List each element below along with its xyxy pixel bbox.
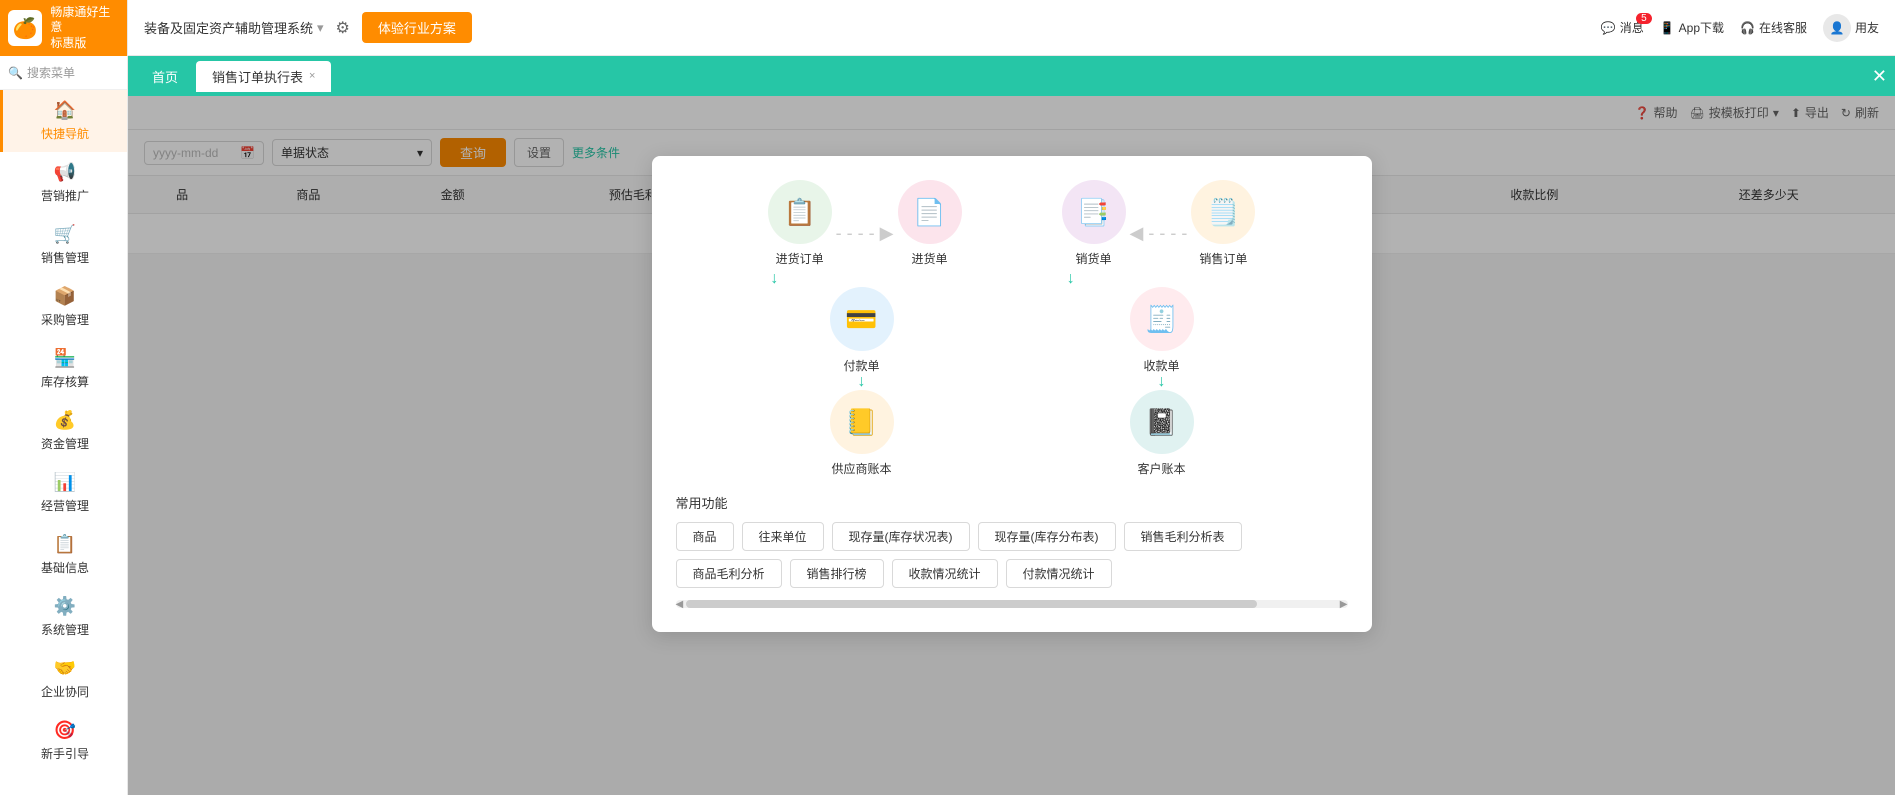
- func-btn-receipt-stats[interactable]: 收款情况统计: [892, 559, 998, 588]
- sidebar-logo: 🍊 畅康通好生意 标惠版: [0, 0, 127, 56]
- sidebar-item-system[interactable]: ⚙️ 系统管理: [0, 586, 127, 648]
- purchase-icon: 📦: [54, 286, 76, 307]
- sidebar-item-newbie[interactable]: 🎯 新手引导: [0, 710, 127, 772]
- flow-item-sales-bill[interactable]: 📑 销货单: [1062, 180, 1126, 267]
- topbar-actions: 💬 5 消息 📱 App下载 🎧 在线客服 👤 用友: [1601, 14, 1879, 42]
- basic-icon: 📋: [54, 534, 76, 555]
- app-icon: 📱: [1660, 21, 1675, 35]
- sidebar-item-marketing[interactable]: 📢 营销推广: [0, 152, 127, 214]
- enterprise-icon: 🤝: [54, 658, 76, 679]
- marketing-icon: 📢: [54, 162, 76, 183]
- modal-scrollbar[interactable]: ◀ ▶: [676, 600, 1348, 608]
- content-area: ❓ 帮助 🖨 按模板打印 ▾ ⬆ 导出 ↻ 刷新: [128, 96, 1895, 795]
- newbie-icon: 🎯: [54, 720, 76, 741]
- flow-item-purchase-bill[interactable]: 📄 进货单: [898, 180, 962, 267]
- operations-icon: 📊: [54, 472, 76, 493]
- finance-icon: 💰: [54, 410, 76, 431]
- system-title: 装备及固定资产辅助管理系统 ▾: [144, 18, 324, 37]
- tabbar: 首页 销售订单执行表 × ✕: [128, 56, 1895, 96]
- receipt-icon: 🧾: [1130, 287, 1194, 351]
- arrow-1: - - - - ▶: [836, 223, 894, 244]
- message-action[interactable]: 💬 5 消息: [1601, 19, 1644, 36]
- system-icon: ⚙️: [54, 596, 76, 617]
- customer-ledger-icon: 📓: [1130, 390, 1194, 454]
- tab-close-icon[interactable]: ×: [309, 70, 315, 82]
- sales-bill-icon: 📑: [1062, 180, 1126, 244]
- avatar: 👤: [1823, 14, 1851, 42]
- sidebar-item-operations[interactable]: 📊 经营管理: [0, 462, 127, 524]
- down-arrow-2: ↓: [1067, 271, 1075, 287]
- sales-icon: 🛒: [54, 224, 76, 245]
- scroll-right-icon[interactable]: ▶: [1340, 599, 1348, 610]
- topbar: 装备及固定资产辅助管理系统 ▾ ⚙ 体验行业方案 💬 5 消息 📱 App下载 …: [128, 0, 1895, 56]
- supplier-ledger-icon: 📒: [830, 390, 894, 454]
- purchase-order-icon: 📋: [768, 180, 832, 244]
- sidebar-nav: 🏠 快捷导航 📢 营销推广 🛒 销售管理 📦 采购管理 🏪 库存核算 💰: [0, 90, 127, 795]
- payment-icon: 💳: [830, 287, 894, 351]
- inventory-icon: 🏪: [54, 348, 76, 369]
- function-buttons: 商品 往来单位 现存量(库存状况表) 现存量(库存分布表) 销售毛利分析表 商品…: [676, 522, 1348, 588]
- sidebar-item-enterprise[interactable]: 🤝 企业协同: [0, 648, 127, 710]
- tab-home[interactable]: 首页: [136, 61, 194, 92]
- scroll-left-icon[interactable]: ◀: [676, 599, 684, 610]
- service-icon: 🎧: [1740, 21, 1755, 35]
- dropdown-icon[interactable]: ▾: [317, 20, 324, 36]
- search-icon: 🔍: [8, 66, 23, 80]
- flow-item-receipt[interactable]: 🧾 收款单: [1130, 287, 1194, 374]
- flow-item-customer-ledger[interactable]: 📓 客户账本: [1130, 390, 1194, 477]
- tab-sales-order[interactable]: 销售订单执行表 ×: [196, 61, 331, 92]
- func-btn-product-margin[interactable]: 商品毛利分析: [676, 559, 782, 588]
- flow-item-purchase-order[interactable]: 📋 进货订单: [768, 180, 832, 267]
- down-arrow-4: ↓: [1158, 374, 1166, 390]
- sidebar-search[interactable]: 🔍 搜索菜单: [0, 56, 127, 90]
- modal-overlay[interactable]: 📋 进货订单 - - - - ▶ 📄 进货: [128, 96, 1895, 795]
- settings-icon[interactable]: ⚙: [336, 18, 350, 38]
- common-functions-title: 常用功能: [676, 493, 1348, 512]
- sidebar-item-sales[interactable]: 🛒 销售管理: [0, 214, 127, 276]
- sidebar-item-inventory[interactable]: 🏪 库存核算: [0, 338, 127, 400]
- func-btn-payment-stats[interactable]: 付款情况统计: [1006, 559, 1112, 588]
- message-icon: 💬: [1601, 21, 1616, 35]
- down-arrow-3: ↓: [858, 374, 866, 390]
- experience-btn[interactable]: 体验行业方案: [362, 12, 472, 43]
- func-btn-sales-ranking[interactable]: 销售排行榜: [790, 559, 884, 588]
- online-service-action[interactable]: 🎧 在线客服: [1740, 19, 1807, 36]
- func-btn-product[interactable]: 商品: [676, 522, 734, 551]
- flow-item-sales-order[interactable]: 🗒️ 销售订单: [1191, 180, 1255, 267]
- main-content: 装备及固定资产辅助管理系统 ▾ ⚙ 体验行业方案 💬 5 消息 📱 App下载 …: [128, 0, 1895, 795]
- flow-diagram: 📋 进货订单 - - - - ▶ 📄 进货: [676, 180, 1348, 477]
- common-functions: 常用功能 商品 往来单位 现存量(库存状况表) 现存量(库存分布表) 销售毛利分…: [676, 493, 1348, 588]
- func-btn-inventory-status[interactable]: 现存量(库存状况表): [832, 522, 970, 551]
- quick-nav-modal: 📋 进货订单 - - - - ▶ 📄 进货: [652, 156, 1372, 632]
- flow-top-row: 📋 进货订单 - - - - ▶ 📄 进货: [676, 180, 1348, 267]
- sidebar-item-purchase[interactable]: 📦 采购管理: [0, 276, 127, 338]
- flow-item-supplier-ledger[interactable]: 📒 供应商账本: [830, 390, 894, 477]
- logo-text: 畅康通好生意 标惠版: [50, 5, 119, 52]
- arrow-2: ◀ - - - -: [1130, 223, 1188, 244]
- user-action[interactable]: 👤 用友: [1823, 14, 1879, 42]
- down-arrow-1: ↓: [770, 271, 778, 287]
- sidebar-item-quick-nav[interactable]: 🏠 快捷导航: [0, 90, 127, 152]
- logo-icon: 🍊: [8, 10, 42, 46]
- sidebar-item-finance[interactable]: 💰 资金管理: [0, 400, 127, 462]
- purchase-bill-icon: 📄: [898, 180, 962, 244]
- flow-item-payment[interactable]: 💳 付款单: [830, 287, 894, 374]
- func-btn-inventory-dist[interactable]: 现存量(库存分布表): [978, 522, 1116, 551]
- func-btn-sales-margin[interactable]: 销售毛利分析表: [1124, 522, 1242, 551]
- sidebar-item-basic[interactable]: 📋 基础信息: [0, 524, 127, 586]
- func-btn-contacts[interactable]: 往来单位: [742, 522, 824, 551]
- sales-order-icon: 🗒️: [1191, 180, 1255, 244]
- scrollbar-thumb[interactable]: [686, 600, 1257, 608]
- window-close-icon[interactable]: ✕: [1872, 66, 1887, 87]
- message-badge: 5: [1636, 13, 1652, 24]
- home-icon: 🏠: [54, 100, 76, 121]
- app-download-action[interactable]: 📱 App下载: [1660, 19, 1724, 36]
- sidebar: 🍊 畅康通好生意 标惠版 🔍 搜索菜单 🏠 快捷导航 📢 营销推广 🛒 销售管理: [0, 0, 128, 795]
